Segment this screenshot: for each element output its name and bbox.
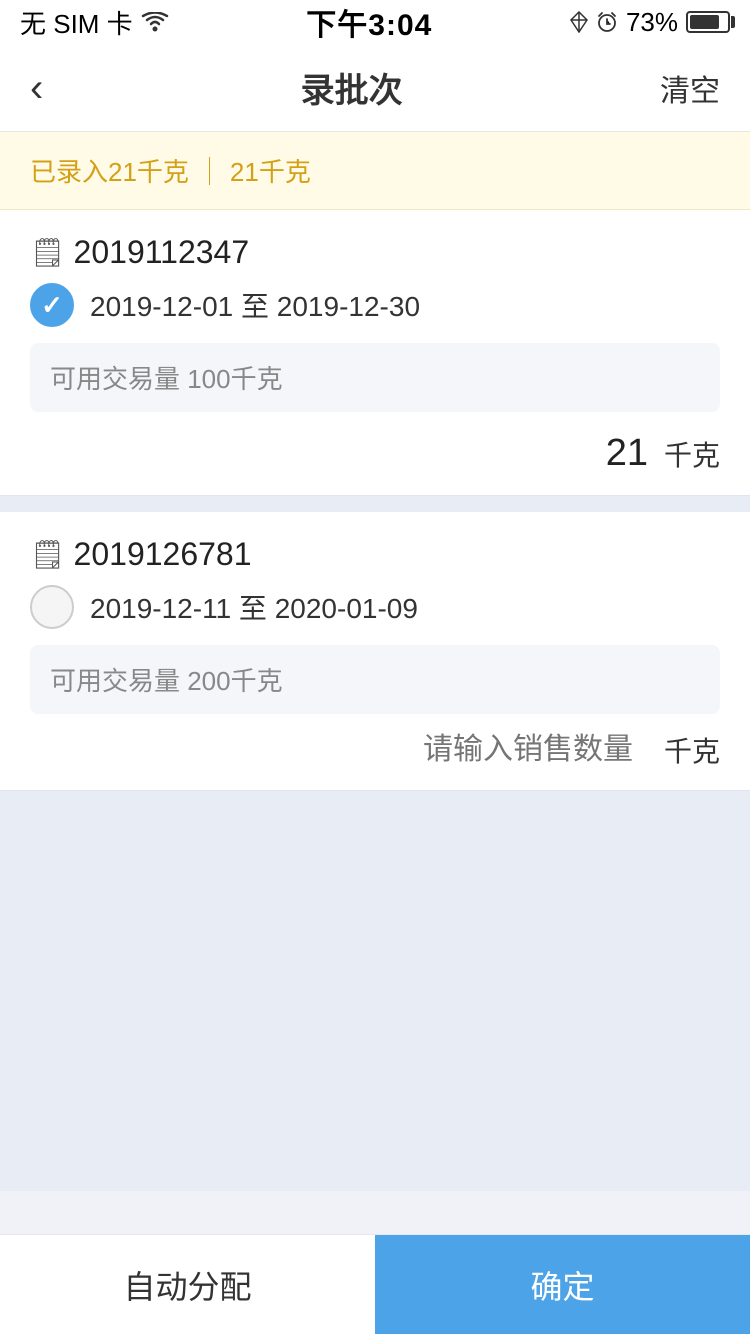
bottom-bar: 自动分配 确定 xyxy=(0,1234,750,1334)
batch-section-2: 🗒 2019126781 2019-12-11 至 2020-01-09 可用交… xyxy=(0,512,750,791)
batch-section-1: 🗒 2019112347 2019-12-01 至 2019-12-30 可用交… xyxy=(0,210,750,496)
summary-value: 21千克 xyxy=(230,152,311,189)
clear-button[interactable]: 清空 xyxy=(660,66,720,110)
batch-avail-text-1: 可用交易量 100千克 xyxy=(50,364,283,394)
qty-unit-2: 千克 xyxy=(664,730,720,770)
batch-date-row-2[interactable]: 2019-12-11 至 2020-01-09 xyxy=(30,585,720,629)
batch-id-icon-2: 🗒 xyxy=(30,538,66,571)
batch-date-text-2: 2019-12-11 至 2020-01-09 xyxy=(90,587,418,627)
content-area: 已录入21千克 21千克 🗒 2019112347 2019-12-01 至 2… xyxy=(0,132,750,1291)
batch-avail-text-2: 可用交易量 200千克 xyxy=(50,666,283,696)
qty-input-2[interactable] xyxy=(262,733,648,767)
summary-label: 已录入21千克 xyxy=(30,152,189,189)
battery-percent: 73% xyxy=(626,7,678,38)
qty-row-1: 21 千克 xyxy=(0,412,750,496)
status-bar: 无 SIM 卡 下午3:04 73% xyxy=(0,0,750,44)
battery-icon xyxy=(686,11,730,33)
alarm-icon xyxy=(596,11,618,33)
batch-date-text-1: 2019-12-01 至 2019-12-30 xyxy=(90,285,420,325)
wifi-icon xyxy=(141,12,169,32)
batch-item-1: 🗒 2019112347 2019-12-01 至 2019-12-30 可用交… xyxy=(0,210,750,412)
batch-id-icon-1: 🗒 xyxy=(30,236,66,269)
radio-checked-1[interactable] xyxy=(30,283,74,327)
batch-item-2: 🗒 2019126781 2019-12-11 至 2020-01-09 可用交… xyxy=(0,512,750,714)
summary-bar: 已录入21千克 21千克 xyxy=(0,132,750,210)
status-left: 无 SIM 卡 xyxy=(20,4,169,41)
page-title: 录批次 xyxy=(301,63,403,112)
status-time: 下午3:04 xyxy=(306,0,432,44)
confirm-button[interactable]: 确定 xyxy=(375,1235,750,1334)
back-button[interactable]: ‹ xyxy=(30,68,43,108)
status-right: 73% xyxy=(570,7,730,38)
qty-value-1: 21 xyxy=(606,432,648,475)
batch-id-text-2: 2019126781 xyxy=(74,536,252,573)
batch-avail-row-2: 可用交易量 200千克 xyxy=(30,645,720,714)
empty-area xyxy=(0,791,750,1191)
location-icon xyxy=(570,11,588,33)
summary-divider xyxy=(209,157,210,185)
radio-unchecked-2[interactable] xyxy=(30,585,74,629)
batch-id-row-1: 🗒 2019112347 xyxy=(30,234,720,271)
batch-id-row-2: 🗒 2019126781 xyxy=(30,536,720,573)
qty-input-row-2[interactable]: 千克 xyxy=(0,714,750,791)
nav-bar: ‹ 录批次 清空 xyxy=(0,44,750,132)
batch-avail-row-1: 可用交易量 100千克 xyxy=(30,343,720,412)
auto-distribute-button[interactable]: 自动分配 xyxy=(0,1235,375,1334)
carrier-text: 无 SIM 卡 xyxy=(20,4,133,41)
qty-unit-1: 千克 xyxy=(664,434,720,474)
batch-id-text-1: 2019112347 xyxy=(74,234,250,271)
batch-date-row-1[interactable]: 2019-12-01 至 2019-12-30 xyxy=(30,283,720,327)
section-divider xyxy=(0,496,750,512)
